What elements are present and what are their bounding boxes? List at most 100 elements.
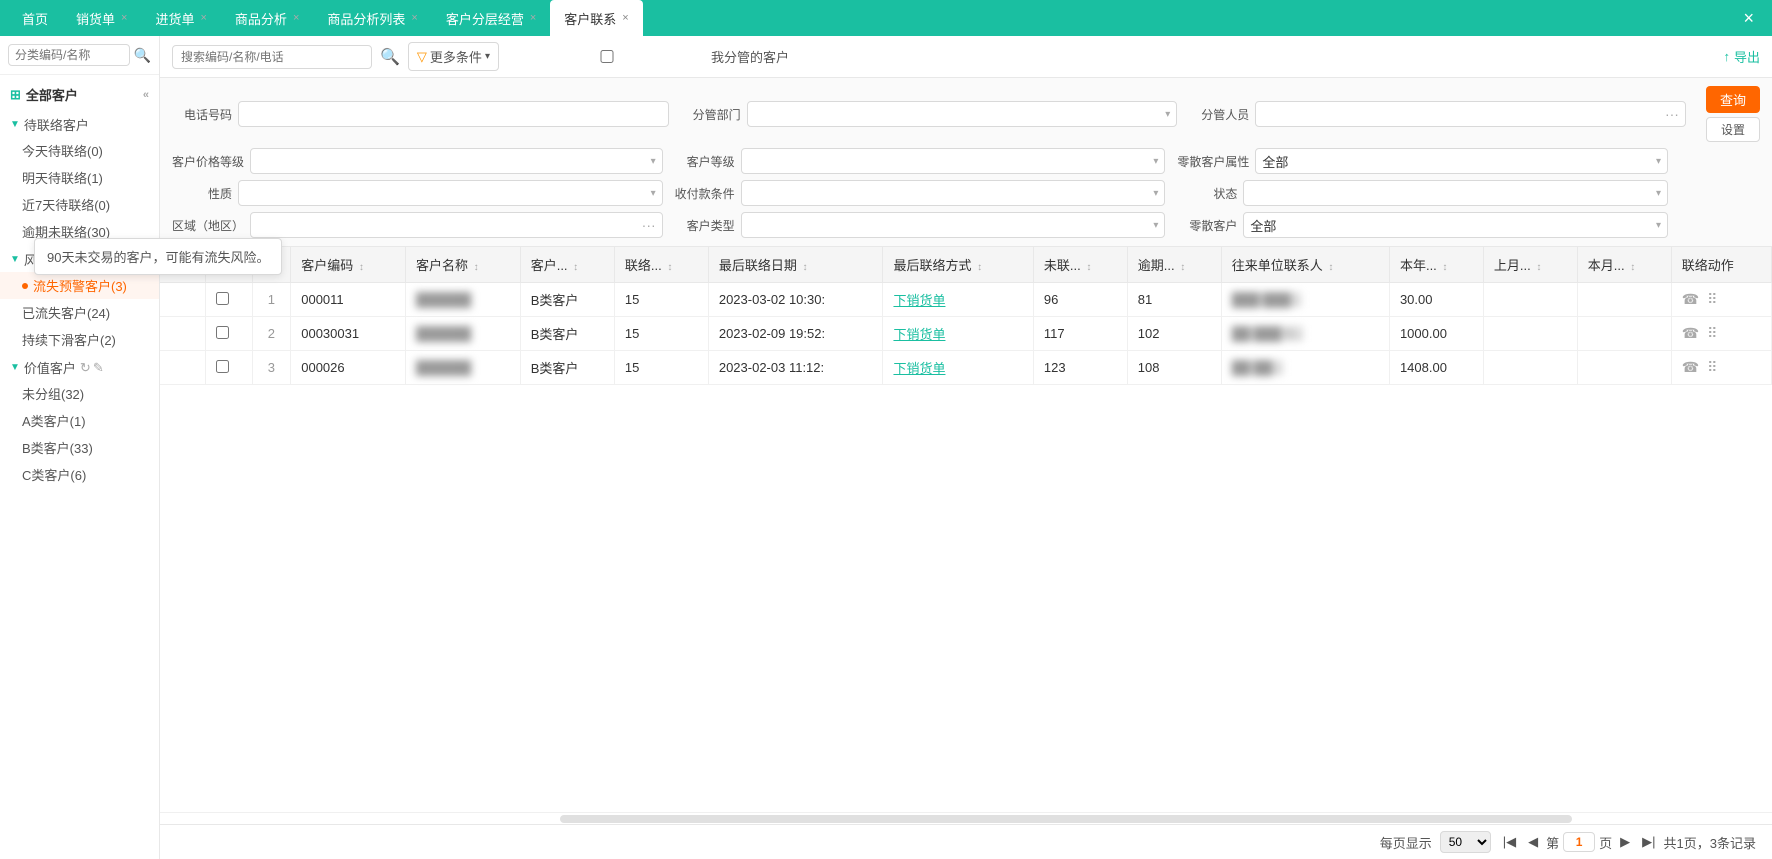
dept-select[interactable]: ▾ [747, 101, 1178, 127]
sidebar-all-customers[interactable]: ⊞ 全部客户 « [0, 79, 159, 110]
sidebar-item-b-class[interactable]: B类客户(33) [0, 434, 159, 461]
my-customers-checkbox[interactable] [507, 50, 707, 63]
refresh-icon[interactable]: ↻ [80, 360, 91, 376]
payment-label: 收付款条件 [675, 185, 735, 202]
horizontal-scrollbar[interactable] [160, 812, 1772, 824]
sidebar-item-churned[interactable]: 已流失客户(24) [0, 299, 159, 326]
manager-select[interactable]: ··· [1255, 101, 1686, 127]
table-row: 2 00030031 ██████ B类客户 15 2023-02-09 19:… [160, 317, 1772, 351]
cell-action: ☎ ⠿ [1671, 283, 1771, 317]
cell-contact: 15 [614, 317, 708, 351]
th-last-method[interactable]: 最后联络方式 ↕ [883, 247, 1033, 283]
first-page-button[interactable]: |◀ [1499, 832, 1520, 852]
nav-customer-contact[interactable]: 客户联系 × [550, 0, 642, 36]
sidebar-item-today-pending[interactable]: 今天待联络(0) [0, 137, 159, 164]
dots-icon[interactable]: ··· [1665, 106, 1679, 122]
close-icon[interactable]: × [293, 12, 299, 24]
th-contact[interactable]: 联络... ↕ [614, 247, 708, 283]
nav-purchase-order[interactable]: 进货单 × [141, 0, 220, 36]
more-conditions-button[interactable]: ▽ 更多条件 ▾ [408, 42, 499, 71]
th-this-year[interactable]: 本年... ↕ [1389, 247, 1483, 283]
search-icon[interactable]: 🔍 [380, 47, 400, 67]
sidebar-item-c-class[interactable]: C类客户(6) [0, 461, 159, 488]
my-customers-checkbox-label[interactable]: 我分管的客户 [507, 47, 789, 66]
nav-product-analysis-list[interactable]: 商品分析列表 × [313, 0, 431, 36]
th-overdue[interactable]: 逾期... ↕ [1127, 247, 1221, 283]
cell-last-method[interactable]: 下销货单 [883, 283, 1033, 317]
nav-customer-tier[interactable]: 客户分层经营 × [432, 0, 550, 36]
chevron-down-icon: ▾ [1656, 156, 1661, 167]
settings-button[interactable]: 设置 [1706, 117, 1760, 142]
sidebar-item-a-class[interactable]: A类客户(1) [0, 407, 159, 434]
th-last-month[interactable]: 上月... ↕ [1483, 247, 1577, 283]
per-page-select[interactable]: 50 100 200 [1440, 831, 1491, 853]
close-icon[interactable]: × [411, 12, 417, 24]
close-all-button[interactable]: × [1733, 8, 1764, 29]
more-action-icon[interactable]: ⠿ [1707, 291, 1717, 308]
status-select[interactable]: ▾ [1243, 180, 1668, 206]
row-checkbox[interactable] [216, 360, 229, 373]
close-icon[interactable]: × [200, 12, 206, 24]
th-not-contacted[interactable]: 未联... ↕ [1033, 247, 1127, 283]
filter-row-3: 性质 ▾ 收付款条件 ▾ 状态 ▾ [172, 180, 1760, 206]
search-input[interactable] [172, 45, 372, 69]
th-contacts[interactable]: 往来单位联系人 ↕ [1221, 247, 1389, 283]
level-select[interactable]: ▾ [741, 148, 1166, 174]
zero-attr-select[interactable]: 全部 ▾ [1255, 148, 1668, 174]
nav-home[interactable]: 首页 [8, 0, 62, 36]
sidebar-item-ungrouped[interactable]: 未分组(32) [0, 380, 159, 407]
sidebar-group-pending[interactable]: ▼ 待联络客户 [0, 110, 159, 137]
price-level-select[interactable]: ▾ [250, 148, 663, 174]
last-page-button[interactable]: ▶| [1638, 832, 1659, 852]
page-number-input[interactable] [1563, 832, 1595, 852]
th-type[interactable]: 客户... ↕ [520, 247, 614, 283]
phone-input[interactable] [238, 101, 669, 127]
sidebar-item-declining[interactable]: 持续下滑客户(2) [0, 326, 159, 353]
th-last-date[interactable]: 最后联络日期 ↕ [708, 247, 883, 283]
th-this-month[interactable]: 本月... ↕ [1577, 247, 1671, 283]
more-action-icon[interactable]: ⠿ [1707, 325, 1717, 342]
contact-icon[interactable]: ☎ [1682, 359, 1699, 376]
sidebar-search-icon[interactable]: 🔍 [134, 47, 151, 64]
cell-checkbox[interactable] [205, 317, 252, 351]
payment-field: 收付款条件 ▾ [675, 180, 1166, 206]
chevron-down-icon: ▾ [1153, 220, 1158, 231]
more-action-icon[interactable]: ⠿ [1707, 359, 1717, 376]
row-checkbox[interactable] [216, 292, 229, 305]
cell-not-contacted: 96 [1033, 283, 1127, 317]
cell-code: 00030031 [291, 317, 406, 351]
gender-select[interactable]: ▾ [238, 180, 663, 206]
close-icon[interactable]: × [622, 12, 628, 24]
nav-product-analysis[interactable]: 商品分析 × [221, 0, 313, 36]
sidebar-group-value[interactable]: ▼ 价值客户 ↻ ✎ [0, 353, 159, 380]
cell-last-method[interactable]: 下销货单 [883, 351, 1033, 385]
sort-icon: ↕ [1328, 262, 1333, 273]
collapse-icon[interactable]: « [143, 89, 149, 101]
edit-icon[interactable]: ✎ [93, 360, 104, 376]
chevron-down-icon: ▾ [1153, 156, 1158, 167]
dots-icon[interactable]: ··· [642, 217, 656, 233]
cell-last-method[interactable]: 下销货单 [883, 317, 1033, 351]
th-name[interactable]: 客户名称 ↕ [405, 247, 520, 283]
row-checkbox[interactable] [216, 326, 229, 339]
next-page-button[interactable]: ▶ [1616, 832, 1634, 852]
th-code[interactable]: 客户编码 ↕ [291, 247, 406, 283]
nav-sales-order[interactable]: 销货单 × [62, 0, 141, 36]
close-icon[interactable]: × [530, 12, 536, 24]
cell-checkbox[interactable] [205, 351, 252, 385]
cell-checkbox[interactable] [205, 283, 252, 317]
area-select[interactable]: ··· [250, 212, 663, 238]
sidebar-search-input[interactable] [8, 44, 130, 66]
customer-type-select[interactable]: ▾ [741, 212, 1166, 238]
prev-page-button[interactable]: ◀ [1524, 832, 1542, 852]
contact-icon[interactable]: ☎ [1682, 291, 1699, 308]
contact-icon[interactable]: ☎ [1682, 325, 1699, 342]
zero-customer-select[interactable]: 全部 ▾ [1243, 212, 1668, 238]
export-button[interactable]: ↑ 导出 [1723, 47, 1760, 66]
close-icon[interactable]: × [121, 12, 127, 24]
sidebar-item-7days-pending[interactable]: 近7天待联络(0) [0, 191, 159, 218]
sidebar-item-churn-warning[interactable]: 流失预警客户(3) [0, 272, 159, 299]
payment-select[interactable]: ▾ [741, 180, 1166, 206]
query-button[interactable]: 查询 [1706, 86, 1760, 113]
sidebar-item-tomorrow-pending[interactable]: 明天待联络(1) [0, 164, 159, 191]
